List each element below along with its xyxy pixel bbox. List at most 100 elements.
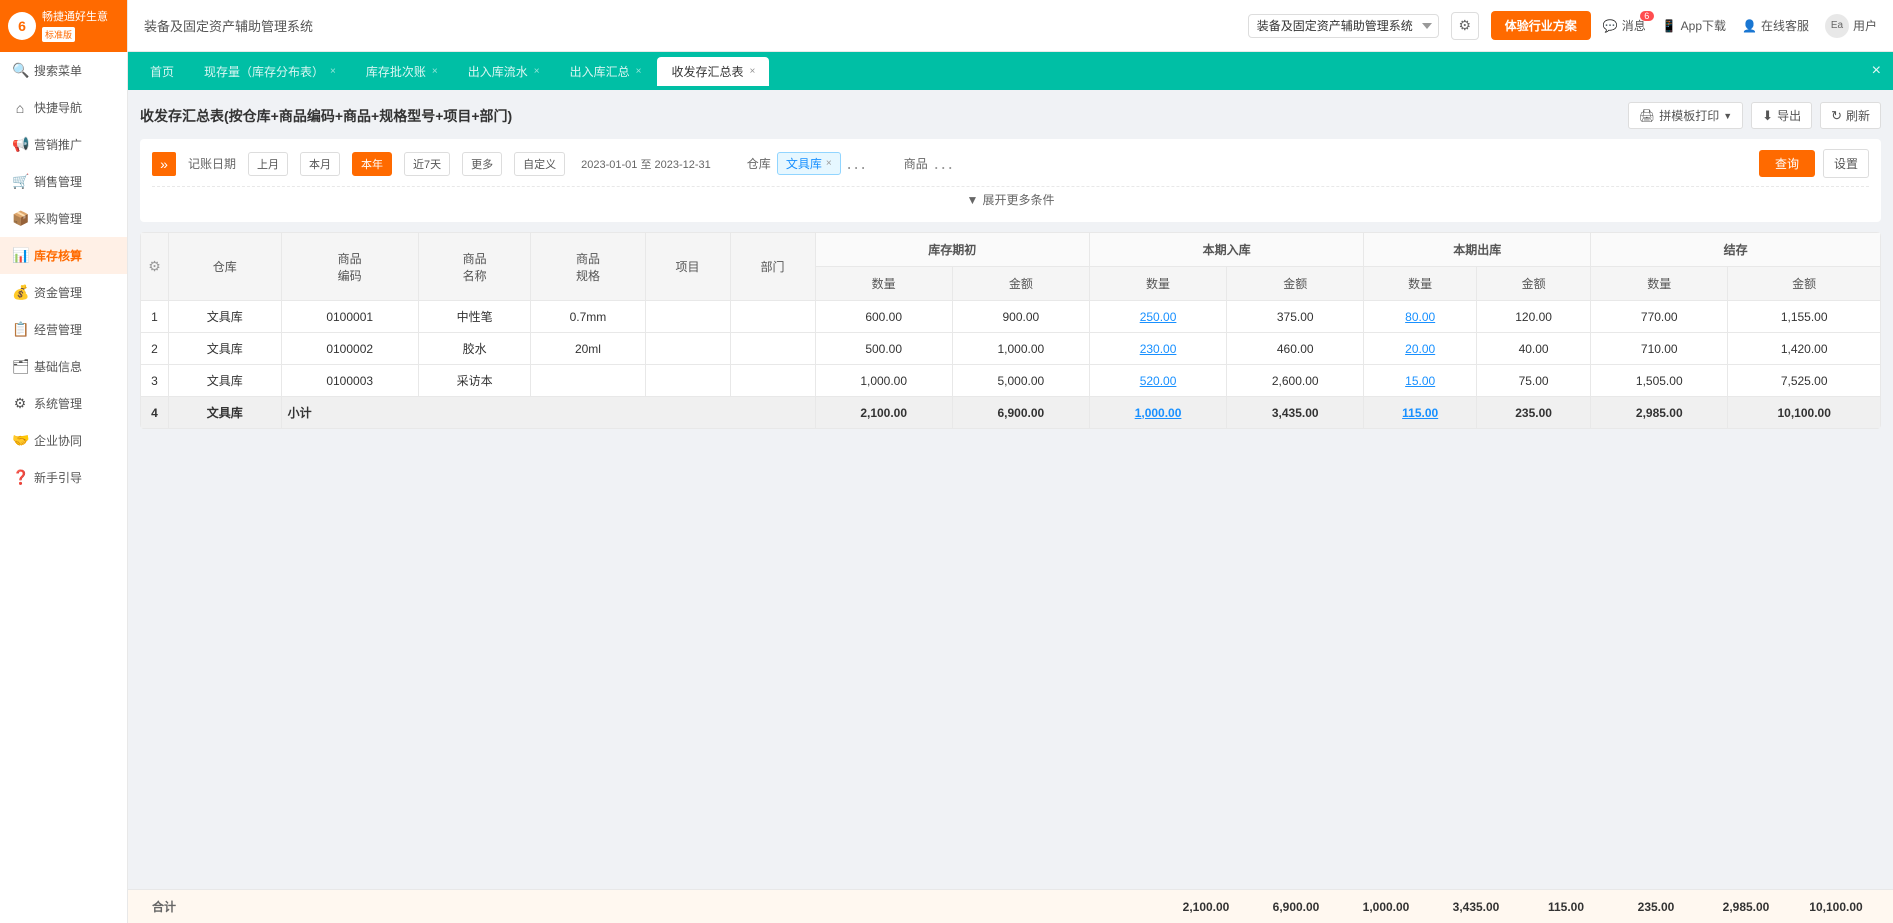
expand-conditions-button[interactable]: ▼ 展开更多条件	[152, 186, 1869, 212]
content-area: 收发存汇总表(按仓库+商品编码+商品+规格型号+项目+部门) 🖨 拼模板打印 ▼…	[128, 90, 1893, 889]
row2-in-amt: 460.00	[1227, 333, 1364, 365]
filter-bar: » 记账日期 上月 本月 本年 近7天 更多 自定义 2023-01-01 至 …	[140, 139, 1881, 222]
messages-button[interactable]: 💬 消息 6	[1603, 17, 1646, 34]
tab-inout-summary[interactable]: 出入库汇总 ×	[556, 57, 656, 86]
page-header: 收发存汇总表(按仓库+商品编码+商品+规格型号+项目+部门) 🖨 拼模板打印 ▼…	[140, 102, 1881, 129]
sidebar-item-finance[interactable]: 💰 资金管理	[0, 274, 127, 311]
logo-text: 畅捷通好生意	[42, 10, 108, 24]
refresh-button[interactable]: ↻ 刷新	[1820, 102, 1881, 129]
sidebar-item-system[interactable]: ⚙ 系统管理	[0, 385, 127, 422]
total-bal-qty: 2,985.00	[1701, 900, 1791, 914]
sidebar: 6 畅捷通好生意 标准版 🔍 搜索菜单 ⌂ 快捷导航 📢 营销推广 🛒 销售管理…	[0, 0, 128, 923]
sidebar-item-operation[interactable]: 📋 经营管理	[0, 311, 127, 348]
row1-out-qty[interactable]: 80.00	[1364, 301, 1477, 333]
row2-in-qty[interactable]: 230.00	[1089, 333, 1226, 365]
row1-in-amt: 375.00	[1227, 301, 1364, 333]
row3-code: 0100003	[281, 365, 418, 397]
user-button[interactable]: Ea 用户	[1825, 14, 1877, 38]
row2-out-qty[interactable]: 20.00	[1364, 333, 1477, 365]
tab-stock-dist-close[interactable]: ×	[330, 66, 336, 77]
sidebar-label-finance: 资金管理	[34, 284, 82, 301]
print-button[interactable]: 🖨 拼模板打印 ▼	[1628, 102, 1743, 129]
sidebar-item-sales[interactable]: 🛒 销售管理	[0, 163, 127, 200]
sidebar-item-purchase[interactable]: 📦 采购管理	[0, 200, 127, 237]
data-table: ⚙ 仓库 商品编码 商品名称 商品规格 项目 部门 库存期初 本期入库 本期出库…	[140, 232, 1881, 429]
row1-dept	[730, 301, 815, 333]
sidebar-item-marketing[interactable]: 📢 营销推广	[0, 126, 127, 163]
filter-row-1: » 记账日期 上月 本月 本年 近7天 更多 自定义 2023-01-01 至 …	[152, 149, 1869, 178]
table-settings-header: ⚙	[141, 233, 169, 301]
tab-home[interactable]: 首页	[136, 57, 188, 86]
query-button[interactable]: 查询	[1759, 150, 1815, 177]
online-service-button[interactable]: 👤 在线客服	[1742, 17, 1809, 34]
filter-toggle-button[interactable]: »	[152, 152, 176, 176]
tab-batch-ledger[interactable]: 库存批次账 ×	[352, 57, 452, 86]
total-out-qty: 115.00	[1521, 900, 1611, 914]
date-btn-7days[interactable]: 近7天	[404, 152, 450, 176]
online-service-label: 在线客服	[1761, 17, 1809, 34]
tab-inout-summary-close[interactable]: ×	[636, 66, 642, 77]
date-btn-this-month[interactable]: 本月	[300, 152, 340, 176]
date-btn-last-month[interactable]: 上月	[248, 152, 288, 176]
row1-in-qty[interactable]: 250.00	[1089, 301, 1226, 333]
tab-batch-ledger-close[interactable]: ×	[432, 66, 438, 77]
row3-out-qty[interactable]: 15.00	[1364, 365, 1477, 397]
topbar-right: 💬 消息 6 📱 App下载 👤 在线客服 Ea 用户	[1603, 14, 1877, 38]
subtotal-in-qty[interactable]: 1,000.00	[1089, 397, 1226, 429]
row1-out-amt: 120.00	[1477, 301, 1591, 333]
user-label: 用户	[1853, 17, 1877, 34]
sidebar-item-guide[interactable]: ❓ 新手引导	[0, 459, 127, 496]
sidebar-item-corp[interactable]: 🤝 企业协同	[0, 422, 127, 459]
row3-in-qty[interactable]: 520.00	[1089, 365, 1226, 397]
sidebar-label-purchase: 采购管理	[34, 210, 82, 227]
date-label: 记账日期	[188, 155, 236, 172]
warehouse-more[interactable]: ...	[847, 153, 868, 174]
row2-bal-amt: 1,420.00	[1728, 333, 1881, 365]
gear-button[interactable]: ⚙	[1451, 12, 1479, 40]
row2-open-qty: 500.00	[815, 333, 952, 365]
close-all-tabs[interactable]: ×	[1868, 58, 1885, 84]
sidebar-item-search[interactable]: 🔍 搜索菜单	[0, 52, 127, 89]
row1-code: 0100001	[281, 301, 418, 333]
warehouse-tag-close[interactable]: ×	[826, 158, 832, 169]
sub-out-qty: 数量	[1364, 267, 1477, 301]
sidebar-item-basic[interactable]: 🗂 基础信息	[0, 348, 127, 385]
date-btn-this-year[interactable]: 本年	[352, 152, 392, 176]
sub-in-qty: 数量	[1089, 267, 1226, 301]
date-btn-custom[interactable]: 自定义	[514, 152, 565, 176]
guide-icon: ❓	[12, 469, 28, 486]
date-range-display: 2023-01-01 至 2023-12-31	[581, 156, 711, 172]
system-select[interactable]: 装备及固定资产辅助管理系统	[1248, 14, 1439, 38]
tab-inout-flow[interactable]: 出入库流水 ×	[454, 57, 554, 86]
corp-icon: 🤝	[12, 432, 28, 449]
table-row: 2 文具库 0100002 胶水 20ml 500.00 1,000.00 23…	[141, 333, 1881, 365]
goods-more[interactable]: ...	[934, 153, 955, 174]
row1-bal-qty: 770.00	[1591, 301, 1728, 333]
tab-recv-send-close[interactable]: ×	[749, 66, 755, 77]
date-btn-more[interactable]: 更多	[462, 152, 502, 176]
total-bal-amt: 10,100.00	[1791, 900, 1881, 914]
tab-stock-dist-label: 现存量（库存分布表）	[204, 63, 324, 80]
inventory-icon: 📊	[12, 247, 28, 264]
setting-button[interactable]: 设置	[1823, 149, 1869, 178]
search-icon: 🔍	[12, 62, 28, 79]
subtotal-in-amt: 3,435.00	[1227, 397, 1364, 429]
tab-recv-send[interactable]: 收发存汇总表 ×	[657, 57, 769, 86]
table-gear-icon[interactable]: ⚙	[147, 258, 162, 275]
row3-no: 3	[141, 365, 169, 397]
warehouse-tag: 文具库 ×	[777, 152, 841, 175]
messages-badge: 6	[1640, 11, 1654, 21]
tab-stock-dist[interactable]: 现存量（库存分布表） ×	[190, 57, 350, 86]
subtotal-out-qty[interactable]: 115.00	[1364, 397, 1477, 429]
export-button[interactable]: ⬇ 导出	[1751, 102, 1812, 129]
tab-inout-flow-close[interactable]: ×	[534, 66, 540, 77]
message-icon: 💬	[1603, 19, 1618, 33]
sidebar-item-inventory[interactable]: 📊 库存核算	[0, 237, 127, 274]
row3-open-qty: 1,000.00	[815, 365, 952, 397]
row2-project	[645, 333, 730, 365]
sidebar-item-quick[interactable]: ⌂ 快捷导航	[0, 89, 127, 126]
trial-button[interactable]: 体验行业方案	[1491, 11, 1591, 40]
app-download-button[interactable]: 📱 App下载	[1662, 17, 1726, 34]
row3-open-amt: 5,000.00	[952, 365, 1089, 397]
table-row: 1 文具库 0100001 中性笔 0.7mm 600.00 900.00 25…	[141, 301, 1881, 333]
